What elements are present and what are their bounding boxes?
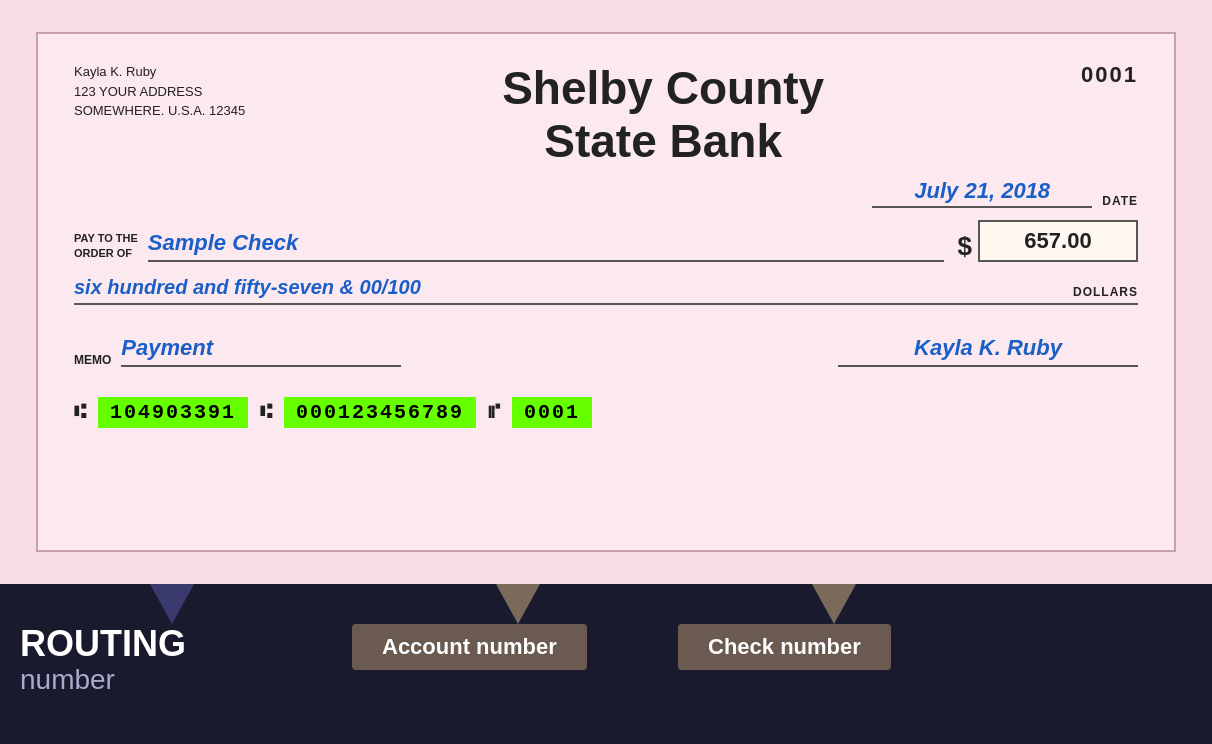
written-amount-row: six hundred and fifty-seven & 00/100 DOL… <box>74 276 1138 305</box>
account-label-box: Account number <box>352 624 587 670</box>
amount-box: 657.00 <box>978 220 1138 262</box>
micr-close-sym: ⑆ <box>260 401 272 424</box>
routing-label-sub: number <box>20 664 290 696</box>
payee-line: Sample Check <box>148 230 944 262</box>
routing-label-title: ROUTING <box>20 624 290 664</box>
bank-name: Shelby County State Bank <box>265 62 1061 168</box>
pay-to-row: PAY TO THE ORDER OF Sample Check $ 657.0… <box>74 220 1138 262</box>
date-value: July 21, 2018 <box>872 178 1092 208</box>
micr-eq-sym: ⑈ <box>488 401 500 424</box>
memo-text: Payment <box>121 335 213 360</box>
check-header: Kayla K. Ruby 123 YOUR ADDRESS SOMEWHERE… <box>74 62 1138 168</box>
micr-routing: 104903391 <box>98 397 248 428</box>
account-arrow <box>496 584 540 624</box>
legend-area: ROUTING number Account number Check numb… <box>0 584 1212 744</box>
date-row: July 21, 2018 DATE <box>74 178 1138 208</box>
memo-label: MEMO <box>74 353 111 367</box>
account-label: Account number <box>352 624 587 670</box>
check-number-top: 0001 <box>1081 62 1138 88</box>
dollar-sign: $ <box>958 231 972 262</box>
date-label: DATE <box>1102 194 1138 208</box>
address-line2: SOMEWHERE. U.S.A. 12345 <box>74 101 245 121</box>
pay-to-label: PAY TO THE ORDER OF <box>74 231 138 262</box>
check-area: Kayla K. Ruby 123 YOUR ADDRESS SOMEWHERE… <box>0 0 1212 584</box>
micr-check-num: 0001 <box>512 397 592 428</box>
written-amount: six hundred and fifty-seven & 00/100 <box>74 276 1063 299</box>
check-number-arrow <box>812 584 856 624</box>
check-address: Kayla K. Ruby 123 YOUR ADDRESS SOMEWHERE… <box>74 62 245 121</box>
routing-label-box: ROUTING number <box>20 624 290 696</box>
address-name: Kayla K. Ruby <box>74 62 245 82</box>
micr-row: ⑆ 104903391 ⑆ 000123456789 ⑈ 0001 <box>74 397 1138 428</box>
address-line1: 123 YOUR ADDRESS <box>74 82 245 102</box>
memo-sig-row: MEMO Payment Kayla K. Ruby <box>74 335 1138 367</box>
dollars-label: DOLLARS <box>1073 285 1138 299</box>
routing-arrow <box>150 584 194 624</box>
check-label-box: Check number <box>678 624 891 670</box>
micr-account: 000123456789 <box>284 397 476 428</box>
micr-open-sym: ⑆ <box>74 401 86 424</box>
check-number-label: Check number <box>678 624 891 670</box>
memo-line: Payment <box>121 335 401 367</box>
signature-text: Kayla K. Ruby <box>914 335 1062 360</box>
signature-line: Kayla K. Ruby <box>838 335 1138 367</box>
check: Kayla K. Ruby 123 YOUR ADDRESS SOMEWHERE… <box>36 32 1176 552</box>
payee-name: Sample Check <box>148 230 298 255</box>
